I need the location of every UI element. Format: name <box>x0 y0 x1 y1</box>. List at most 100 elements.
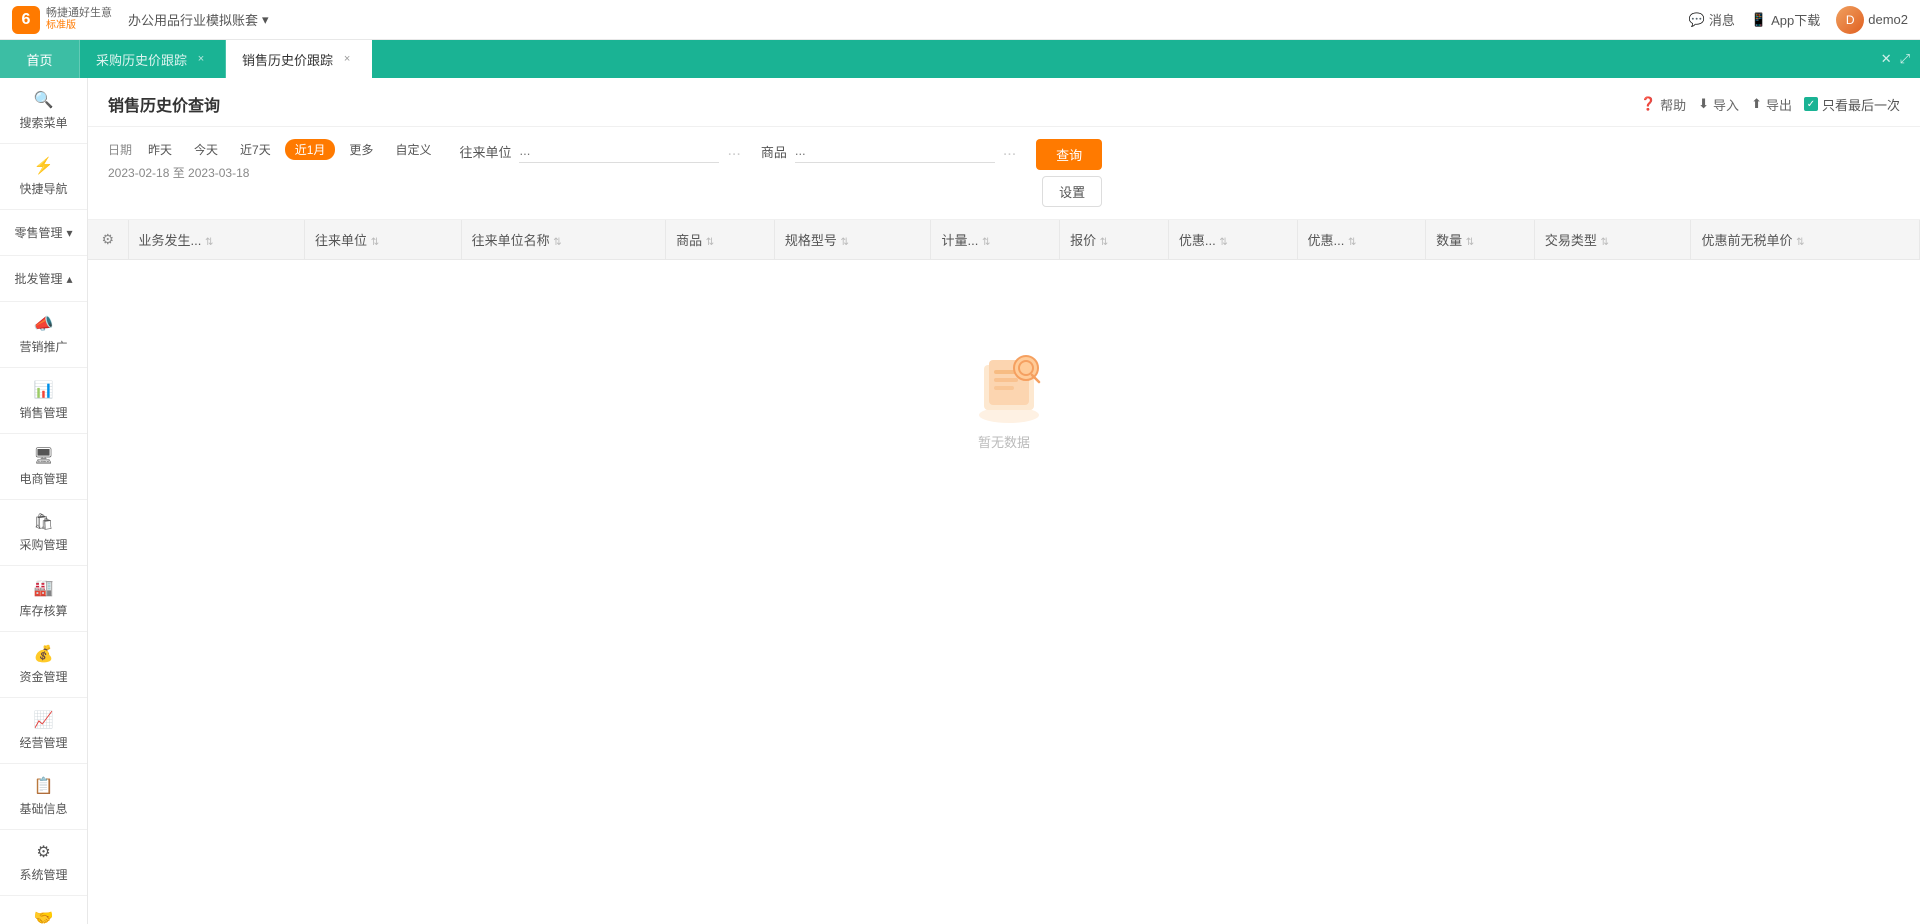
logo-text: 畅捷通好生意 标准版 <box>46 7 112 32</box>
col-biz-date: 业务发生... ⇅ <box>128 220 305 260</box>
tab-purchase[interactable]: 采购历史价跟踪 × <box>80 40 226 78</box>
tab-sales[interactable]: 销售历史价跟踪 × <box>226 40 372 78</box>
empty-state: 暂无数据 <box>88 260 1920 531</box>
col-unit-name: 往来单位名称 ⇅ <box>461 220 665 260</box>
message-icon: 💬 <box>1689 12 1705 28</box>
tab-close-all-icon[interactable]: ✕ <box>1881 51 1892 67</box>
tab-close-purchase[interactable]: × <box>193 51 209 67</box>
col-unit: 计量... ⇅ <box>931 220 1060 260</box>
sort-icon-trade-type[interactable]: ⇅ <box>1601 237 1609 248</box>
sidebar: 🔍 搜索菜单 ⚡ 快捷导航 零售管理 ▾ 批发管理 ▴ 📣 营销推广 📊 销售管… <box>0 78 88 924</box>
only-last-checkbox[interactable]: ✓ <box>1804 97 1818 111</box>
operations-icon: 📈 <box>34 710 54 730</box>
shortcuts-icon: ⚡ <box>34 156 54 176</box>
logo-area: 6 畅捷通好生意 标准版 <box>12 6 112 34</box>
page-header: 销售历史价查询 ❓ 帮助 ⬇ 导入 ⬆ 导出 ✓ 只看最后一次 <box>88 78 1920 127</box>
product-input[interactable] <box>795 139 995 163</box>
user-account[interactable]: D demo2 <box>1836 6 1908 34</box>
basic-info-icon: 📋 <box>34 776 54 796</box>
sort-icon-unit[interactable]: ⇅ <box>982 237 990 248</box>
tab-bar: 首页 采购历史价跟踪 × 销售历史价跟踪 × ✕ ⤢ <box>0 40 1920 78</box>
finance-icon: 💰 <box>34 644 54 664</box>
top-bar-right: 💬 消息 📱 App下载 D demo2 <box>1689 6 1908 34</box>
marketing-icon: 📣 <box>34 314 54 334</box>
tab-home[interactable]: 首页 <box>0 40 80 78</box>
sidebar-item-ecommerce[interactable]: 🖥 电商管理 <box>0 434 87 500</box>
sidebar-item-system[interactable]: ⚙ 系统管理 <box>0 830 87 896</box>
only-last-checkbox-label[interactable]: ✓ 只看最后一次 <box>1804 95 1900 114</box>
import-action[interactable]: ⬇ 导入 <box>1698 95 1739 114</box>
counterparty-dots: ... <box>727 142 740 160</box>
sort-icon-unit-name[interactable]: ⇅ <box>553 237 561 248</box>
sidebar-item-marketing[interactable]: 📣 营销推广 <box>0 302 87 368</box>
date-btn-yesterday[interactable]: 昨天 <box>140 139 180 160</box>
search-icon: 🔍 <box>34 90 54 110</box>
date-filter-label: 日期 <box>108 141 132 158</box>
sort-icon-price[interactable]: ⇅ <box>1100 237 1108 248</box>
sidebar-item-basic-info[interactable]: 📋 基础信息 <box>0 764 87 830</box>
tab-maximize-icon[interactable]: ⤢ <box>1900 51 1910 67</box>
app-download-action[interactable]: 📱 App下载 <box>1751 10 1820 29</box>
tab-close-sales[interactable]: × <box>339 51 355 67</box>
date-btn-today[interactable]: 今天 <box>186 139 226 160</box>
main-layout: 🔍 搜索菜单 ⚡ 快捷导航 零售管理 ▾ 批发管理 ▴ 📣 营销推广 📊 销售管… <box>0 78 1920 924</box>
content-area: 销售历史价查询 ❓ 帮助 ⬇ 导入 ⬆ 导出 ✓ 只看最后一次 <box>88 78 1920 924</box>
sort-icon-discount2[interactable]: ⇅ <box>1348 237 1356 248</box>
sort-icon-qty[interactable]: ⇅ <box>1466 237 1474 248</box>
sort-icon-spec[interactable]: ⇅ <box>841 237 849 248</box>
logo-icon: 6 <box>12 6 40 34</box>
date-btn-custom[interactable]: 自定义 <box>387 139 439 160</box>
column-settings-icon[interactable]: ⚙ <box>101 231 114 247</box>
query-button[interactable]: 查询 <box>1036 139 1102 170</box>
sidebar-item-search[interactable]: 🔍 搜索菜单 <box>0 78 87 144</box>
counterparty-filter: 往来单位 ... <box>459 139 740 163</box>
sort-icon-discount1[interactable]: ⇅ <box>1219 237 1227 248</box>
col-discount2: 优惠... ⇅ <box>1297 220 1426 260</box>
col-product: 商品 ⇅ <box>666 220 775 260</box>
page-title: 销售历史价查询 <box>108 92 220 116</box>
system-icon: ⚙ <box>36 842 50 862</box>
message-action[interactable]: 💬 消息 <box>1689 10 1735 29</box>
export-action[interactable]: ⬆ 导出 <box>1751 95 1792 114</box>
filter-actions: 查询 设置 <box>1036 139 1102 207</box>
date-btn-7days[interactable]: 近7天 <box>232 139 279 160</box>
table-settings-col: ⚙ <box>88 220 128 260</box>
chevron-down-icon: ▾ <box>262 12 269 28</box>
product-label: 商品 <box>761 142 787 161</box>
tab-bar-actions: ✕ ⤢ <box>1871 40 1920 78</box>
empty-illustration <box>964 340 1044 420</box>
page-actions: ❓ 帮助 ⬇ 导入 ⬆ 导出 ✓ 只看最后一次 <box>1640 95 1900 114</box>
date-btn-1month[interactable]: 近1月 <box>285 139 336 160</box>
counterparty-input[interactable] <box>519 139 719 163</box>
col-pre-tax-price: 优惠前无税单价 ⇅ <box>1691 220 1920 260</box>
top-bar-left: 6 畅捷通好生意 标准版 办公用品行业模拟账套 ▾ <box>12 6 277 34</box>
sort-icon-biz-date[interactable]: ⇅ <box>205 237 213 248</box>
date-btn-more[interactable]: 更多 <box>341 139 381 160</box>
counterparty-label: 往来单位 <box>459 142 511 161</box>
help-action[interactable]: ❓ 帮助 <box>1640 95 1686 114</box>
sidebar-item-operations[interactable]: 📈 经营管理 <box>0 698 87 764</box>
import-icon: ⬇ <box>1698 96 1709 112</box>
sidebar-item-shortcuts[interactable]: ⚡ 快捷导航 <box>0 144 87 210</box>
sort-icon-product[interactable]: ⇅ <box>706 237 714 248</box>
date-range-display: 2023-02-18 至 2023-03-18 <box>108 164 439 181</box>
settings-button[interactable]: 设置 <box>1042 176 1102 207</box>
help-icon: ❓ <box>1640 96 1656 112</box>
sort-icon-unit-code[interactable]: ⇅ <box>371 237 379 248</box>
chevron-up-icon-wholesale: ▴ <box>66 272 72 286</box>
date-buttons: 昨天 今天 近7天 近1月 更多 自定义 <box>140 139 439 160</box>
sidebar-item-wholesale[interactable]: 批发管理 ▴ <box>0 256 87 302</box>
sidebar-item-inventory[interactable]: 🏭 库存核算 <box>0 566 87 632</box>
sidebar-item-collab[interactable]: 🤝 企业协同 <box>0 896 87 924</box>
sidebar-item-retail[interactable]: 零售管理 ▾ <box>0 210 87 256</box>
account-selector[interactable]: 办公用品行业模拟账套 ▾ <box>120 6 277 33</box>
collab-icon: 🤝 <box>34 908 54 924</box>
purchase-icon: 🛍 <box>33 512 53 532</box>
col-qty: 数量 ⇅ <box>1426 220 1535 260</box>
sidebar-item-finance[interactable]: 💰 资金管理 <box>0 632 87 698</box>
sidebar-item-purchase[interactable]: 🛍 采购管理 <box>0 500 87 566</box>
sort-icon-pre-tax-price[interactable]: ⇅ <box>1796 237 1804 248</box>
col-trade-type: 交易类型 ⇅ <box>1534 220 1691 260</box>
sidebar-item-sales[interactable]: 📊 销售管理 <box>0 368 87 434</box>
data-table: ⚙ 业务发生... ⇅ 往来单位 ⇅ 往来单位名称 ⇅ <box>88 220 1920 260</box>
